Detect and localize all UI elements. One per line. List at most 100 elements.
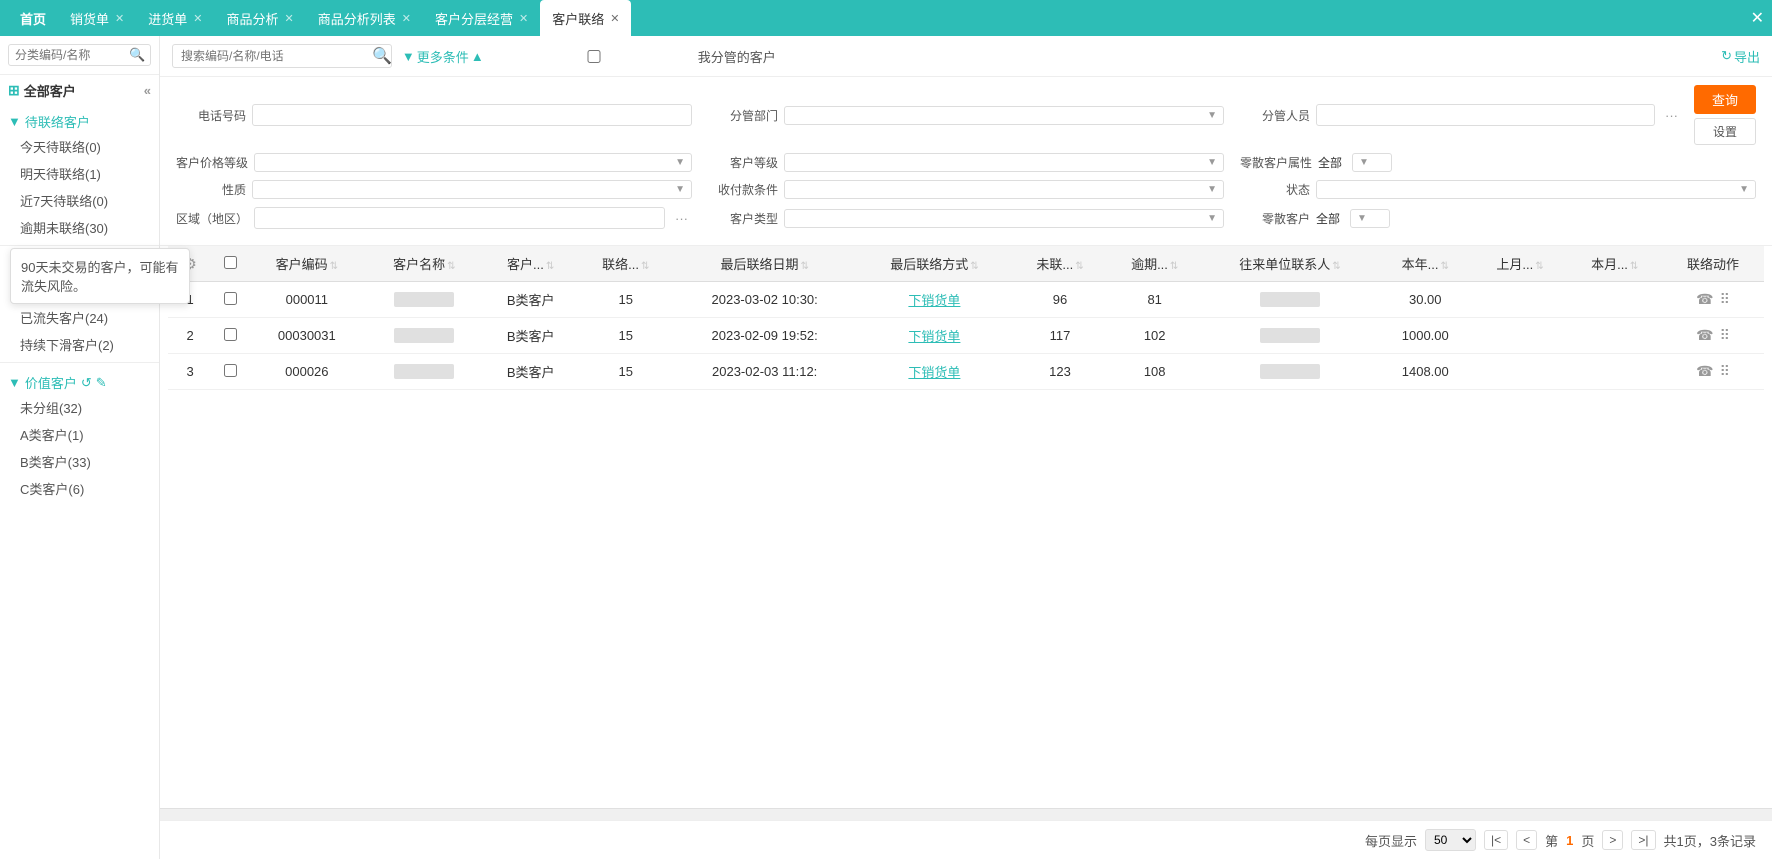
more-action-icon[interactable]: ⠿ bbox=[1720, 327, 1730, 344]
zero-attr-select[interactable]: ▼ bbox=[1352, 153, 1392, 172]
customer-type-label: 客户类型 bbox=[708, 210, 778, 227]
contact-action-icon[interactable]: ☎ bbox=[1696, 363, 1713, 380]
sidebar-group-pending[interactable]: ▼ 待联络客户 bbox=[0, 106, 159, 133]
sidebar-all-customers[interactable]: ⊞ 全部客户 « bbox=[0, 75, 159, 106]
export-btn[interactable]: ↻ 导出 bbox=[1721, 47, 1760, 66]
customer-level-label: 客户等级 bbox=[708, 154, 778, 171]
sort-last-month[interactable]: ⇅ bbox=[1535, 261, 1543, 272]
sidebar-item-c-class[interactable]: C类客户(6) bbox=[0, 475, 159, 502]
first-page-btn[interactable]: |< bbox=[1484, 830, 1508, 850]
phone-input[interactable] bbox=[252, 104, 692, 126]
my-customers-check[interactable] bbox=[494, 50, 694, 63]
sort-current-month[interactable]: ⇅ bbox=[1630, 261, 1638, 272]
row-checkbox[interactable] bbox=[212, 318, 248, 354]
row-check-2[interactable] bbox=[224, 364, 237, 377]
price-level-label: 客户价格等级 bbox=[176, 154, 248, 171]
tab-purchase[interactable]: 进货单 ✕ bbox=[136, 0, 214, 36]
sort-last-method[interactable]: ⇅ bbox=[970, 261, 978, 272]
sort-overdue[interactable]: ⇅ bbox=[1170, 261, 1178, 272]
next-page-btn[interactable]: > bbox=[1602, 830, 1623, 850]
staff-dots-btn[interactable]: ··· bbox=[1661, 108, 1682, 123]
row-last-method[interactable]: 下销货单 bbox=[856, 282, 1012, 318]
close-all-tabs[interactable]: ✕ bbox=[1751, 8, 1764, 28]
sort-type[interactable]: ⇅ bbox=[546, 261, 554, 272]
tab-customer-contact[interactable]: 客户联络 ✕ bbox=[540, 0, 631, 36]
sidebar-item-churned[interactable]: 已流失客户(24) bbox=[0, 304, 159, 331]
row-overdue: 81 bbox=[1107, 282, 1202, 318]
region-dots-btn[interactable]: ··· bbox=[671, 211, 692, 226]
sort-contact[interactable]: ⇅ bbox=[641, 261, 649, 272]
arrow-icon-value: ▼ bbox=[8, 375, 21, 390]
zero-attr-arrow: ▼ bbox=[1359, 157, 1369, 168]
sort-code[interactable]: ⇅ bbox=[330, 261, 338, 272]
row-checkbox[interactable] bbox=[212, 282, 248, 318]
staff-input[interactable] bbox=[1316, 104, 1655, 126]
sidebar-item-7days[interactable]: 近7天待联络(0) bbox=[0, 187, 159, 214]
tab-sales[interactable]: 销货单 ✕ bbox=[58, 0, 136, 36]
close-sales-tab[interactable]: ✕ bbox=[115, 12, 124, 25]
row-actions: ☎ ⠿ bbox=[1662, 354, 1764, 390]
my-customers-checkbox[interactable]: 我分管的客户 bbox=[494, 47, 776, 66]
refresh-icon-value[interactable]: ↺ bbox=[81, 375, 92, 391]
row-current-month bbox=[1567, 354, 1662, 390]
close-purchase-tab[interactable]: ✕ bbox=[193, 12, 202, 25]
row-last-method[interactable]: 下销货单 bbox=[856, 354, 1012, 390]
customer-level-select[interactable]: ▼ bbox=[784, 153, 1224, 172]
tab-home[interactable]: 首页 bbox=[8, 0, 58, 36]
prev-page-btn[interactable]: < bbox=[1516, 830, 1537, 850]
zero-customer-select[interactable]: ▼ bbox=[1350, 209, 1390, 228]
row-actions: ☎ ⠿ bbox=[1662, 318, 1764, 354]
sort-not-contacted[interactable]: ⇅ bbox=[1075, 261, 1083, 272]
close-product-tab[interactable]: ✕ bbox=[285, 12, 294, 25]
close-product-list-tab[interactable]: ✕ bbox=[402, 12, 411, 25]
close-segment-tab[interactable]: ✕ bbox=[519, 12, 528, 25]
row-contact-person bbox=[1202, 318, 1378, 354]
last-page-btn[interactable]: >| bbox=[1631, 830, 1655, 850]
more-action-icon[interactable]: ⠿ bbox=[1720, 363, 1730, 380]
customer-type-select[interactable]: ▼ bbox=[784, 209, 1224, 228]
select-all-checkbox[interactable] bbox=[224, 256, 237, 269]
contact-action-icon[interactable]: ☎ bbox=[1696, 291, 1713, 308]
sidebar-item-declining[interactable]: 持续下滑客户(2) bbox=[0, 331, 159, 358]
close-contact-tab[interactable]: ✕ bbox=[610, 12, 619, 25]
sort-last-date[interactable]: ⇅ bbox=[800, 261, 808, 272]
col-checkbox[interactable] bbox=[212, 246, 248, 282]
setting-btn[interactable]: 设置 bbox=[1694, 118, 1756, 145]
more-action-icon[interactable]: ⠿ bbox=[1720, 291, 1730, 308]
tab-product-analysis[interactable]: 商品分析 ✕ bbox=[214, 0, 305, 36]
search-btn-icon[interactable]: 🔍 bbox=[372, 46, 392, 66]
row-check-0[interactable] bbox=[224, 292, 237, 305]
sort-name[interactable]: ⇅ bbox=[447, 261, 455, 272]
tab-product-analysis-list[interactable]: 商品分析列表 ✕ bbox=[306, 0, 423, 36]
sidebar-item-a-class[interactable]: A类客户(1) bbox=[0, 421, 159, 448]
gender-select[interactable]: ▼ bbox=[252, 180, 692, 199]
sidebar-item-ungroup[interactable]: 未分组(32) bbox=[0, 394, 159, 421]
filter-customer-level: 客户等级 ▼ bbox=[708, 153, 1224, 172]
row-checkbox[interactable] bbox=[212, 354, 248, 390]
sidebar-item-overdue[interactable]: 逾期未联络(30) bbox=[0, 214, 159, 241]
row-last-method[interactable]: 下销货单 bbox=[856, 318, 1012, 354]
more-conditions-btn[interactable]: ▼ 更多条件 ▲ bbox=[402, 47, 484, 66]
sidebar-item-today[interactable]: 今天待联络(0) bbox=[0, 133, 159, 160]
tab-customer-segment[interactable]: 客户分层经营 ✕ bbox=[423, 0, 540, 36]
query-btn[interactable]: 查询 bbox=[1694, 85, 1756, 114]
sort-current-year[interactable]: ⇅ bbox=[1440, 261, 1448, 272]
edit-icon-value[interactable]: ✎ bbox=[96, 375, 107, 391]
zero-customer-arrow: ▼ bbox=[1357, 213, 1367, 224]
contact-action-icon[interactable]: ☎ bbox=[1696, 327, 1713, 344]
price-level-select[interactable]: ▼ bbox=[254, 153, 692, 172]
row-check-1[interactable] bbox=[224, 328, 237, 341]
page-end-label: 页 bbox=[1581, 831, 1594, 850]
per-page-select[interactable]: 50 20 100 bbox=[1425, 829, 1476, 851]
sidebar-group-value[interactable]: ▼ 价值客户 ↺ ✎ bbox=[0, 367, 159, 394]
search-input[interactable] bbox=[172, 44, 392, 68]
horizontal-scrollbar[interactable] bbox=[160, 808, 1772, 820]
row-type: B类客户 bbox=[483, 354, 578, 390]
sidebar-item-tomorrow[interactable]: 明天待联络(1) bbox=[0, 160, 159, 187]
dept-select[interactable]: ▼ bbox=[784, 106, 1224, 125]
region-input[interactable] bbox=[254, 207, 665, 229]
status-select[interactable]: ▼ bbox=[1316, 180, 1756, 199]
payment-select[interactable]: ▼ bbox=[784, 180, 1224, 199]
sidebar-item-b-class[interactable]: B类客户(33) bbox=[0, 448, 159, 475]
sort-person[interactable]: ⇅ bbox=[1332, 261, 1340, 272]
